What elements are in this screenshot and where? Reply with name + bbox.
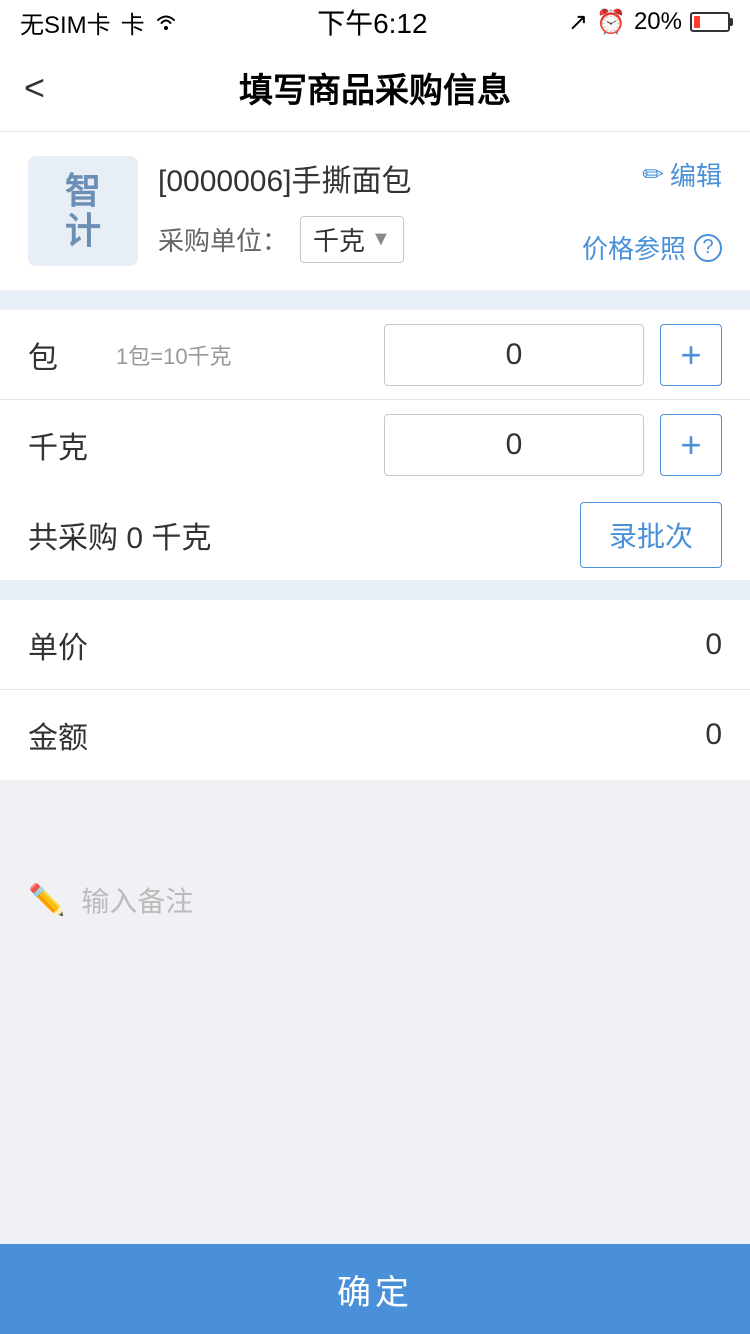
unit-price-label: 单价 bbox=[28, 623, 88, 667]
amount-value: 0 bbox=[705, 718, 722, 752]
summary-text: 共采购 0 千克 bbox=[28, 513, 211, 557]
product-thumbnail: 智 计 bbox=[28, 156, 138, 266]
product-card: 智 计 [0000006]手撕面包 采购单位： 千克 ▼ ✏ 编辑 价格参照 ? bbox=[0, 132, 750, 290]
unit-price-row: 单价 0 bbox=[0, 600, 750, 690]
battery-percent: 20% bbox=[634, 8, 682, 36]
carrier-text: 无SIM卡 bbox=[20, 5, 111, 40]
section-divider-1 bbox=[0, 290, 750, 310]
amount-row: 金额 0 bbox=[0, 690, 750, 780]
notes-section[interactable]: ✏️ 输入备注 bbox=[0, 800, 750, 1000]
status-bar: 无SIM卡 卡 下午6:12 ↗ ⏰ 20% bbox=[0, 0, 750, 44]
confirm-button[interactable]: 确定 bbox=[0, 1244, 750, 1334]
bag-quantity-input[interactable]: 0 bbox=[384, 324, 644, 386]
unit-label: 采购单位： bbox=[158, 221, 288, 258]
bag-quantity-row: 包 1包=10千克 0 + bbox=[0, 310, 750, 400]
help-icon: ? bbox=[694, 234, 722, 262]
pencil-icon: ✏️ bbox=[28, 883, 65, 918]
status-left: 无SIM卡 卡 bbox=[20, 5, 177, 40]
back-button[interactable]: < bbox=[24, 67, 45, 109]
unit-price-value: 0 bbox=[705, 628, 722, 662]
amount-label: 金额 bbox=[28, 713, 88, 757]
summary-row: 共采购 0 千克 录批次 bbox=[0, 490, 750, 580]
kg-input-wrap: 0 + bbox=[108, 414, 722, 476]
product-logo: 智 计 bbox=[65, 171, 101, 250]
price-reference-button[interactable]: 价格参照 ? bbox=[582, 229, 722, 266]
status-right: ↗ ⏰ 20% bbox=[568, 8, 730, 37]
bag-input-wrap: 0 + bbox=[232, 324, 722, 386]
unit-value: 千克 bbox=[313, 221, 365, 258]
kg-label: 千克 bbox=[28, 423, 108, 467]
unit-select[interactable]: 千克 ▼ bbox=[300, 216, 404, 263]
kg-quantity-row: 千克 0 + bbox=[0, 400, 750, 490]
batch-record-button[interactable]: 录批次 bbox=[580, 502, 722, 568]
bag-sub-label: 1包=10千克 bbox=[116, 339, 232, 371]
alarm-icon: ⏰ bbox=[596, 8, 626, 37]
dropdown-arrow-icon: ▼ bbox=[371, 228, 391, 251]
notes-placeholder: 输入备注 bbox=[81, 880, 193, 920]
price-ref-label: 价格参照 bbox=[582, 229, 686, 266]
product-name: [0000006]手撕面包 bbox=[158, 156, 722, 200]
section-divider-2 bbox=[0, 580, 750, 600]
quantity-form-section: 包 1包=10千克 0 + 千克 0 + bbox=[0, 310, 750, 490]
kg-quantity-input[interactable]: 0 bbox=[384, 414, 644, 476]
bag-label: 包 bbox=[28, 333, 108, 377]
footer-spacer bbox=[0, 1000, 750, 1090]
edit-icon: ✏ bbox=[642, 159, 664, 190]
status-time: 下午6:12 bbox=[317, 2, 428, 42]
price-section: 单价 0 金额 0 bbox=[0, 600, 750, 780]
edit-button[interactable]: ✏ 编辑 bbox=[642, 156, 722, 193]
wifi-icon bbox=[155, 14, 177, 30]
bag-plus-button[interactable]: + bbox=[660, 324, 722, 386]
location-icon: ↗ bbox=[568, 8, 588, 37]
battery-indicator bbox=[690, 12, 730, 32]
nav-bar: < 填写商品采购信息 bbox=[0, 44, 750, 132]
page-title: 填写商品采购信息 bbox=[239, 63, 511, 112]
sim-card-text: 卡 bbox=[121, 5, 145, 40]
kg-plus-button[interactable]: + bbox=[660, 414, 722, 476]
